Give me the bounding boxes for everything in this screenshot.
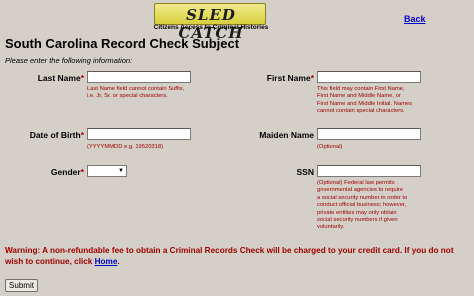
gender-label-text: Gender — [50, 167, 81, 177]
note-line: First Name and Middle Initial. Names — [317, 100, 413, 107]
note-line: (Optional) Federal law permits — [317, 180, 395, 186]
back-link[interactable]: Back — [404, 14, 426, 24]
first-name-input[interactable] — [317, 71, 421, 83]
note-line: (Optional) — [317, 144, 343, 150]
last-name-label-text: Last Name — [37, 73, 81, 83]
first-name-label: First Name* — [224, 73, 314, 83]
instructions: Please enter the following information: — [5, 56, 133, 65]
warning-text: Warning: A non-refundable fee to obtain … — [5, 246, 454, 266]
note-line: i.e. Jr, Sr. or special characters. — [87, 93, 168, 100]
last-name-label: Last Name* — [0, 73, 84, 83]
required-marker: * — [310, 73, 314, 83]
first-name-label-text: First Name — [266, 73, 311, 83]
required-marker: * — [80, 73, 84, 83]
note-line: (YYYYMMDD e.g. 19520318) — [87, 144, 164, 150]
logo-banner: SLED CATCH — [154, 3, 266, 42]
required-marker: * — [80, 130, 84, 140]
note-line: Last Name field cannot contain Suffix, — [87, 86, 185, 92]
maiden-name-input[interactable] — [317, 128, 421, 140]
gender-select[interactable]: ▼ — [87, 165, 127, 177]
ssn-note: (Optional) Federal law permits governmen… — [317, 180, 407, 232]
dob-note: (YYYYMMDD e.g. 19520318) — [87, 144, 163, 151]
sled-catch-logo: SLED CATCH Citizens Access to Criminal H… — [150, 3, 272, 42]
logo-subtitle: Citizens Access to Criminal Histories — [153, 24, 269, 31]
last-name-input[interactable] — [87, 71, 191, 83]
note-line: private entities may only obtain — [317, 209, 397, 216]
chevron-down-icon[interactable]: ▼ — [118, 168, 124, 174]
maiden-name-note: (Optional) — [317, 144, 342, 151]
ssn-label: SSN — [296, 167, 314, 177]
required-marker: * — [80, 167, 84, 177]
home-link[interactable]: Home — [95, 257, 118, 266]
last-name-note: Last Name field cannot contain Suffix, i… — [87, 86, 184, 101]
note-line: a social security number in order to — [317, 194, 408, 201]
maiden-name-label: Maiden Name — [259, 130, 314, 140]
page-title: South Carolina Record Check Subject — [5, 36, 240, 51]
note-line: This field may contain First Name, — [317, 86, 405, 92]
note-line: First Name and Middle Name, or — [317, 93, 401, 100]
submit-button[interactable]: Submit — [5, 279, 38, 292]
gender-label: Gender* — [0, 167, 84, 177]
dob-label: Date of Birth* — [0, 130, 84, 140]
note-line: governmental agencies to require — [317, 187, 404, 194]
header: SLED CATCH Citizens Access to Criminal H… — [0, 0, 474, 42]
note-line: conduct official business; however, — [317, 202, 407, 209]
warning-end: . — [117, 257, 120, 266]
dob-label-text: Date of Birth — [29, 130, 81, 140]
note-line: social security numbers if given — [317, 217, 398, 224]
dob-input[interactable] — [87, 128, 191, 140]
fee-warning: Warning: A non-refundable fee to obtain … — [5, 245, 469, 267]
ssn-input[interactable] — [317, 165, 421, 177]
first-name-note: This field may contain First Name, First… — [317, 86, 412, 116]
note-line: voluntarily. — [317, 224, 345, 231]
note-line: cannot contain special characters. — [317, 108, 405, 115]
